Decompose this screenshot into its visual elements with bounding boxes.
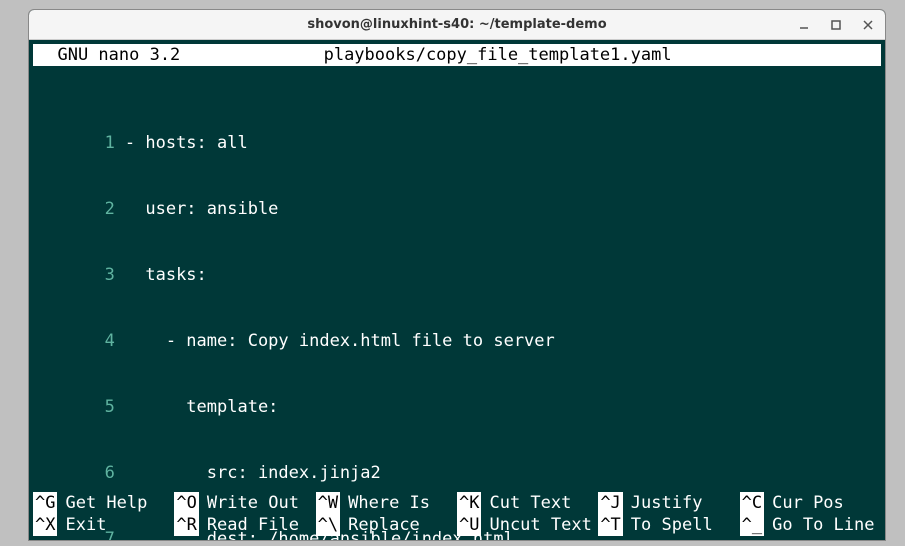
line-number: 1 bbox=[33, 132, 115, 154]
shortcut-key: ^X bbox=[33, 514, 57, 536]
line-number: 4 bbox=[33, 330, 115, 352]
line-number: 2 bbox=[33, 198, 115, 220]
shortcut-label: Go To Line bbox=[764, 514, 874, 536]
line-number: 6 bbox=[33, 462, 115, 484]
titlebar: shovon@linuxhint-s40: ~/template-demo bbox=[29, 10, 885, 40]
code-line: tasks: bbox=[125, 264, 555, 286]
header-pad bbox=[180, 45, 323, 65]
shortcut-exit[interactable]: ^XExit bbox=[33, 514, 174, 536]
shortcut-key: ^K bbox=[457, 492, 481, 514]
shortcut-key: ^G bbox=[33, 492, 57, 514]
shortcut-write-out[interactable]: ^OWrite Out bbox=[174, 492, 315, 514]
shortcut-row-2: ^XExit ^RRead File ^\Replace ^UUncut Tex… bbox=[33, 514, 881, 536]
shortcut-label: Exit bbox=[57, 514, 106, 536]
shortcut-label: Where Is bbox=[340, 492, 430, 514]
shortcut-label: Replace bbox=[340, 514, 420, 536]
shortcut-uncut-text[interactable]: ^UUncut Text bbox=[457, 514, 598, 536]
maximize-button[interactable] bbox=[825, 14, 847, 36]
code-line: user: ansible bbox=[125, 198, 555, 220]
shortcut-cut-text[interactable]: ^KCut Text bbox=[457, 492, 598, 514]
editor-body: 1 2 3 4 5 6 7 8 9 10 11 12 - hosts: all … bbox=[33, 88, 881, 541]
window-title: shovon@linuxhint-s40: ~/template-demo bbox=[307, 17, 606, 32]
shortcut-key: ^T bbox=[598, 514, 622, 536]
shortcut-label: Uncut Text bbox=[481, 514, 591, 536]
line-number: 3 bbox=[33, 264, 115, 286]
code-line: - hosts: all bbox=[125, 132, 555, 154]
shortcut-key: ^U bbox=[457, 514, 481, 536]
shortcut-label: Justify bbox=[623, 492, 703, 514]
line-numbers: 1 2 3 4 5 6 7 8 9 10 11 12 bbox=[33, 88, 119, 541]
shortcut-key: ^J bbox=[598, 492, 622, 514]
shortcut-label: Read File bbox=[199, 514, 299, 536]
shortcut-row-1: ^GGet Help ^OWrite Out ^WWhere Is ^KCut … bbox=[33, 492, 881, 514]
code-line: - name: Copy index.html file to server bbox=[125, 330, 555, 352]
shortcut-key: ^R bbox=[174, 514, 198, 536]
nano-version: GNU nano 3.2 bbox=[37, 45, 180, 65]
shortcut-key: ^W bbox=[316, 492, 340, 514]
file-content[interactable]: - hosts: all user: ansible tasks: - name… bbox=[119, 88, 555, 541]
shortcut-justify[interactable]: ^JJustify bbox=[598, 492, 739, 514]
nano-header: GNU nano 3.2 playbooks/copy_file_templat… bbox=[33, 44, 881, 66]
code-line: src: index.jinja2 bbox=[125, 462, 555, 484]
terminal-area[interactable]: GNU nano 3.2 playbooks/copy_file_templat… bbox=[29, 40, 885, 540]
close-button[interactable] bbox=[857, 14, 879, 36]
nano-filename: playbooks/copy_file_template1.yaml bbox=[324, 45, 672, 65]
shortcut-bar: ^GGet Help ^OWrite Out ^WWhere Is ^KCut … bbox=[33, 492, 881, 536]
shortcut-to-spell[interactable]: ^TTo Spell bbox=[598, 514, 739, 536]
shortcut-read-file[interactable]: ^RRead File bbox=[174, 514, 315, 536]
shortcut-label: Write Out bbox=[199, 492, 299, 514]
shortcut-label: To Spell bbox=[623, 514, 713, 536]
shortcut-cur-pos[interactable]: ^CCur Pos bbox=[740, 492, 881, 514]
code-line: template: bbox=[125, 396, 555, 418]
terminal-window: shovon@linuxhint-s40: ~/template-demo GN… bbox=[28, 9, 886, 541]
shortcut-label: Cur Pos bbox=[764, 492, 844, 514]
shortcut-key: ^O bbox=[174, 492, 198, 514]
shortcut-key: ^C bbox=[740, 492, 764, 514]
line-number: 5 bbox=[33, 396, 115, 418]
shortcut-key: ^_ bbox=[740, 514, 764, 536]
shortcut-get-help[interactable]: ^GGet Help bbox=[33, 492, 174, 514]
shortcut-label: Get Help bbox=[57, 492, 147, 514]
shortcut-replace[interactable]: ^\Replace bbox=[316, 514, 457, 536]
window-controls bbox=[793, 14, 879, 36]
shortcut-go-to-line[interactable]: ^_Go To Line bbox=[740, 514, 881, 536]
shortcut-label: Cut Text bbox=[481, 492, 571, 514]
shortcut-key: ^\ bbox=[316, 514, 340, 536]
minimize-button[interactable] bbox=[793, 14, 815, 36]
shortcut-where-is[interactable]: ^WWhere Is bbox=[316, 492, 457, 514]
